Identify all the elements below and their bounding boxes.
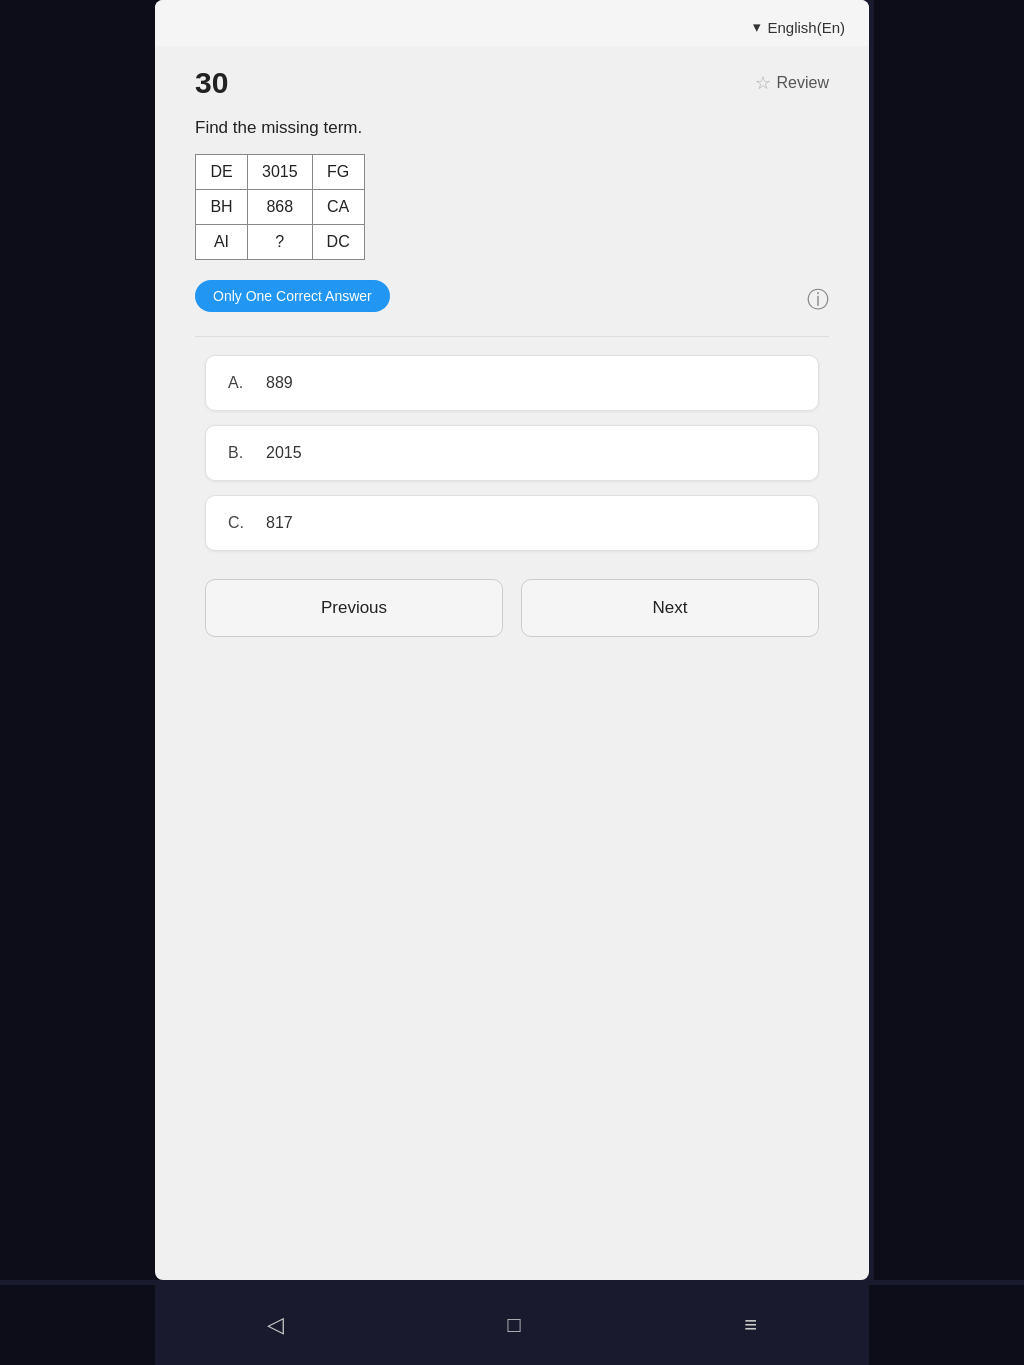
star-icon: ☆ bbox=[755, 72, 771, 94]
question-number: 30 bbox=[195, 66, 228, 100]
home-button[interactable]: □ bbox=[483, 1302, 544, 1348]
option-value-0: 889 bbox=[266, 374, 293, 392]
question-header: 30 ☆ Review bbox=[195, 66, 829, 100]
options-area: A. 889 B. 2015 C. 817 bbox=[195, 355, 829, 551]
right-dark-panel bbox=[874, 0, 1024, 1280]
option-item-2[interactable]: C. 817 bbox=[205, 495, 819, 551]
matrix-cell: FG bbox=[312, 155, 364, 190]
matrix-cell: DE bbox=[196, 155, 248, 190]
matrix-cell: ? bbox=[248, 225, 313, 260]
nav-buttons: Previous Next bbox=[205, 579, 819, 637]
info-button[interactable]: ⓘ bbox=[807, 285, 829, 315]
previous-button[interactable]: Previous bbox=[205, 579, 503, 637]
language-label: English(En) bbox=[767, 19, 845, 36]
back-button[interactable]: ◁ bbox=[243, 1302, 308, 1348]
answer-type-badge: Only One Correct Answer bbox=[195, 280, 390, 312]
main-card: ▾ English(En) 30 ☆ Review Find the missi… bbox=[155, 0, 869, 1280]
matrix-cell: AI bbox=[196, 225, 248, 260]
option-value-2: 817 bbox=[266, 514, 293, 532]
next-button[interactable]: Next bbox=[521, 579, 819, 637]
matrix-table: DE3015FG BH868CA AI?DC bbox=[195, 154, 365, 260]
review-button[interactable]: ☆ Review bbox=[755, 72, 829, 94]
option-item-0[interactable]: A. 889 bbox=[205, 355, 819, 411]
top-bar: ▾ English(En) bbox=[155, 0, 869, 46]
menu-button[interactable]: ≡ bbox=[720, 1302, 781, 1348]
option-letter-1: B. bbox=[228, 444, 248, 462]
option-item-1[interactable]: B. 2015 bbox=[205, 425, 819, 481]
language-selector[interactable]: ▾ English(En) bbox=[753, 18, 845, 36]
android-nav-bar: ◁ □ ≡ bbox=[155, 1285, 869, 1365]
divider bbox=[195, 336, 829, 337]
chevron-down-icon: ▾ bbox=[753, 18, 761, 36]
bottom-right-dark bbox=[869, 1285, 1024, 1365]
option-letter-2: C. bbox=[228, 514, 248, 532]
matrix-cell: DC bbox=[312, 225, 364, 260]
matrix-cell: CA bbox=[312, 190, 364, 225]
bottom-left-dark bbox=[0, 1285, 155, 1365]
option-letter-0: A. bbox=[228, 374, 248, 392]
matrix-cell: BH bbox=[196, 190, 248, 225]
left-dark-panel bbox=[0, 0, 170, 1280]
content-area: 30 ☆ Review Find the missing term. DE301… bbox=[155, 46, 869, 667]
review-label: Review bbox=[777, 74, 829, 92]
option-value-1: 2015 bbox=[266, 444, 302, 462]
question-text: Find the missing term. bbox=[195, 118, 829, 138]
matrix-cell: 868 bbox=[248, 190, 313, 225]
matrix-cell: 3015 bbox=[248, 155, 313, 190]
